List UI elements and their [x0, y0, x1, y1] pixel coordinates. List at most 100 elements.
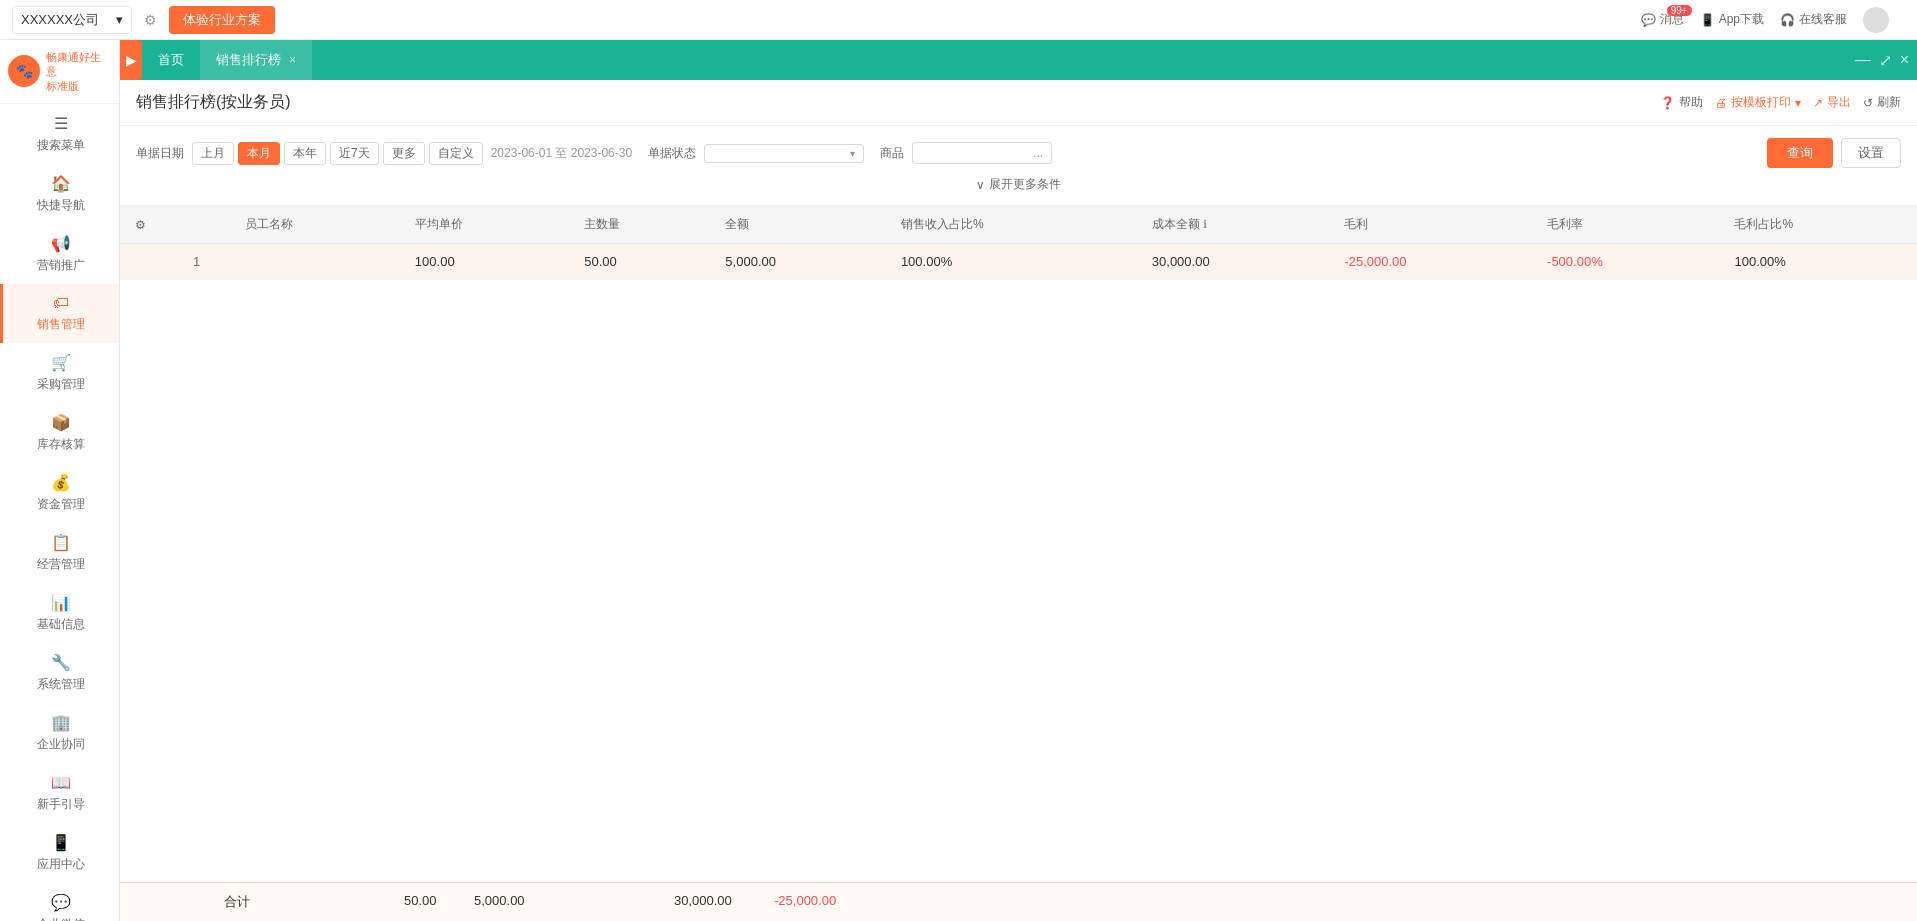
goods-more-icon[interactable]: ... — [1033, 146, 1043, 160]
inventory-icon: 📦 — [51, 413, 71, 432]
trial-button[interactable]: 体验行业方案 — [169, 6, 275, 34]
row-avg-price-cell: 100.00 — [403, 244, 572, 280]
date-btn-thisyear[interactable]: 本年 — [284, 142, 326, 165]
chevron-down-expand-icon: ∨ — [976, 178, 985, 192]
logo-text: 畅康通好生意 标准版 — [46, 50, 111, 93]
tab-close-icon[interactable]: × — [289, 53, 296, 67]
table-wrapper: ⚙ 员工名称 平均单价 主数量 全额 销售收入占比% 成本全额 ℹ 毛利 毛利率… — [120, 206, 1917, 882]
app-download-button[interactable]: 📱 App下载 — [1700, 11, 1764, 28]
messages-button[interactable]: 💬 消息 99+ — [1641, 11, 1684, 28]
goods-input[interactable]: ... — [912, 142, 1052, 164]
help-icon: ❓ — [1660, 96, 1675, 110]
topbar-right: 💬 消息 99+ 📱 App下载 🎧 在线客服 — [1641, 7, 1905, 33]
sidebar: 🐾 畅康通好生意 标准版 ☰ 搜索菜单 🏠 快捷导航 📢 营销推广 🏷 销售管理… — [0, 40, 120, 921]
sidebar-item-appcenter-label: 应用中心 — [37, 856, 85, 873]
sidebar-item-basicinfo[interactable]: 📊 基础信息 — [0, 583, 119, 643]
sidebar-item-inventory[interactable]: 📦 库存核算 — [0, 403, 119, 463]
sidebar-item-quicknav-label: 快捷导航 — [37, 197, 85, 214]
system-icon: 🔧 — [51, 653, 71, 672]
export-button[interactable]: ↗ 导出 — [1813, 94, 1851, 111]
print-dropdown-icon — [1795, 96, 1801, 110]
sidebar-item-operations-label: 经营管理 — [37, 556, 85, 573]
date-label: 单据日期 — [136, 145, 184, 162]
company-dropdown-icon — [116, 12, 123, 27]
sidebar-item-marketing[interactable]: 📢 营销推广 — [0, 224, 119, 284]
sidebar-item-system[interactable]: 🔧 系统管理 — [0, 643, 119, 703]
sidebar-item-finance[interactable]: 💰 资金管理 — [0, 463, 119, 523]
date-filter: 单据日期 上月 本月 本年 近7天 更多 自定义 2023-06-01 至 20… — [136, 142, 632, 165]
refresh-icon: ↺ — [1863, 96, 1873, 110]
top-bar: XXXXXX公司 ⚙ 体验行业方案 💬 消息 99+ 📱 App下载 🎧 在线客… — [0, 0, 1917, 40]
sidebar-item-sales-label: 销售管理 — [37, 316, 85, 333]
sidebar-item-enterprise[interactable]: 🏢 企业协同 — [0, 703, 119, 763]
tab-home[interactable]: 首页 — [142, 40, 200, 80]
expand-more-button[interactable]: ∨ 展开更多条件 — [976, 176, 1061, 193]
date-btn-more[interactable]: 更多 — [383, 142, 425, 165]
tab-minimize-icon[interactable]: — — [1855, 51, 1871, 69]
logo-icon: 🐾 — [8, 55, 40, 87]
col-profit: 毛利 — [1332, 206, 1535, 244]
date-btn-7days[interactable]: 近7天 — [330, 142, 379, 165]
tab-sales-ranking[interactable]: 销售排行榜 × — [200, 40, 312, 80]
sidebar-toggle-button[interactable]: ▶ — [120, 40, 142, 80]
table-footer: 合计 50.00 5,000.00 30,000.00 -25,000.00 — [120, 882, 1917, 921]
basicinfo-icon: 📊 — [51, 593, 71, 612]
print-button[interactable]: 🖨 按模板打印 — [1715, 94, 1801, 111]
date-buttons: 上月 本月 本年 近7天 更多 自定义 — [192, 142, 483, 165]
sidebar-item-search[interactable]: ☰ 搜索菜单 — [0, 104, 119, 164]
expand-row: ∨ 展开更多条件 — [136, 168, 1901, 193]
sidebar-item-beginner[interactable]: 📖 新手引导 — [0, 763, 119, 823]
tab-bar: ▶ 首页 销售排行榜 × — ⤢ × — [120, 40, 1917, 80]
sidebar-item-weixin[interactable]: 💬 企业微信 — [0, 883, 119, 921]
main-layout: 🐾 畅康通好生意 标准版 ☰ 搜索菜单 🏠 快捷导航 📢 营销推广 🏷 销售管理… — [0, 40, 1917, 921]
headset-icon: 🎧 — [1780, 13, 1795, 27]
sidebar-item-appcenter[interactable]: 📱 应用中心 — [0, 823, 119, 883]
tab-close-all-icon[interactable]: × — [1900, 51, 1909, 69]
row-name-cell — [233, 244, 402, 280]
filter-area: 单据日期 上月 本月 本年 近7天 更多 自定义 2023-06-01 至 20… — [120, 126, 1917, 206]
date-btn-custom[interactable]: 自定义 — [429, 142, 483, 165]
sidebar-item-purchase[interactable]: 🛒 采购管理 — [0, 343, 119, 403]
row-cost-cell: 30,000.00 — [1140, 244, 1333, 280]
company-selector[interactable]: XXXXXX公司 — [12, 6, 132, 34]
date-range-text: 2023-06-01 至 2023-06-30 — [491, 145, 632, 162]
footer-qty: 50.00 — [392, 893, 462, 911]
goods-filter: 商品 ... — [880, 142, 1052, 164]
home-icon: 🏠 — [51, 174, 71, 193]
col-profit-pct: 毛利占比% — [1722, 206, 1917, 244]
row-profit-cell: -25,000.00 — [1332, 244, 1535, 280]
status-select[interactable] — [704, 144, 864, 163]
col-profit-rate: 毛利率 — [1535, 206, 1722, 244]
marketing-icon: 📢 — [51, 234, 71, 253]
date-btn-lastmonth[interactable]: 上月 — [192, 142, 234, 165]
col-amount: 全额 — [713, 206, 889, 244]
footer-cost: 30,000.00 — [662, 893, 762, 911]
footer-total-label: 合计 — [224, 894, 250, 909]
row-profit-pct-cell: 100.00% — [1722, 244, 1917, 280]
sidebar-item-operations[interactable]: 📋 经营管理 — [0, 523, 119, 583]
col-settings[interactable]: ⚙ — [120, 206, 160, 244]
settings-button[interactable]: 设置 — [1841, 138, 1901, 168]
sidebar-item-quicknav[interactable]: 🏠 快捷导航 — [0, 164, 119, 224]
online-support-button[interactable]: 🎧 在线客服 — [1780, 11, 1847, 28]
enterprise-icon: 🏢 — [51, 713, 71, 732]
help-button[interactable]: ❓ 帮助 — [1660, 94, 1703, 111]
refresh-button[interactable]: ↺ 刷新 — [1863, 94, 1901, 111]
sidebar-item-sales[interactable]: 🏷 销售管理 — [0, 284, 119, 343]
page-title: 销售排行榜(按业务员) — [136, 92, 291, 113]
logo-area: 🐾 畅康通好生意 标准版 — [0, 40, 119, 104]
col-rank — [160, 206, 233, 244]
tab-maximize-icon[interactable]: ⤢ — [1879, 51, 1892, 70]
purchase-icon: 🛒 — [51, 353, 71, 372]
sidebar-item-weixin-label: 企业微信 — [37, 916, 85, 921]
sidebar-item-marketing-label: 营销推广 — [37, 257, 85, 274]
sidebar-item-basicinfo-label: 基础信息 — [37, 616, 85, 633]
col-avg-price: 平均单价 — [403, 206, 572, 244]
footer-cells: 合计 50.00 5,000.00 30,000.00 -25,000.00 — [132, 893, 1905, 911]
app-label: App下载 — [1719, 11, 1764, 28]
user-avatar[interactable] — [1863, 7, 1889, 33]
date-btn-thismonth[interactable]: 本月 — [238, 142, 280, 165]
row-profit-rate-cell: -500.00% — [1535, 244, 1722, 280]
topbar-settings-icon[interactable]: ⚙ — [140, 8, 161, 32]
query-button[interactable]: 查询 — [1767, 138, 1833, 168]
